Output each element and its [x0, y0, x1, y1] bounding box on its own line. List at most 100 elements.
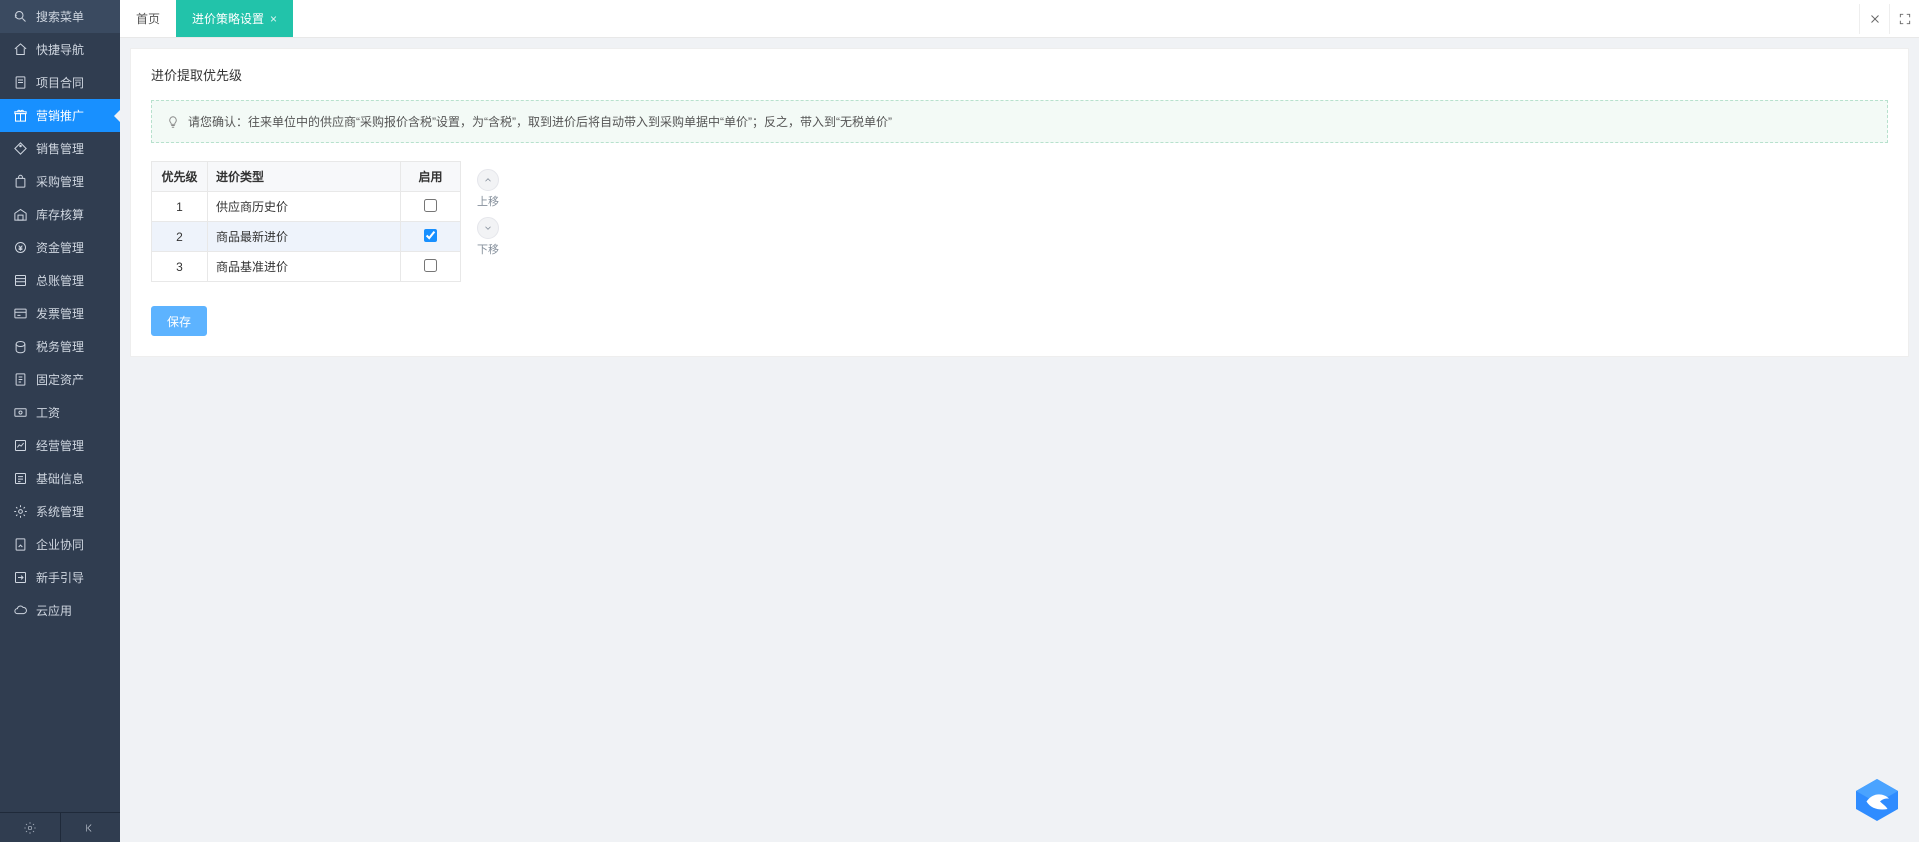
- sidebar-item-tax[interactable]: 税务管理: [0, 330, 120, 363]
- sidebar-item-purchase[interactable]: 采购管理: [0, 165, 120, 198]
- sidebar-item-assets[interactable]: 固定资产: [0, 363, 120, 396]
- sidebar-item-label: 固定资产: [36, 371, 84, 388]
- priority-table: 优先级 进价类型 启用 1 供应商历史价 2 商品最新: [151, 161, 461, 282]
- sidebar-item-label: 工资: [36, 404, 60, 421]
- save-button-label: 保存: [167, 313, 191, 330]
- sidebar-item-label: 快捷导航: [36, 41, 84, 58]
- sidebar-item-label: 销售管理: [36, 140, 84, 157]
- tab-price-strategy[interactable]: 进价策略设置 ×: [176, 0, 293, 37]
- tab-label: 进价策略设置: [192, 10, 264, 27]
- info-alert: 请您确认：往来单位中的供应商“采购报价含税”设置，为“含税”，取到进价后将自动带…: [151, 100, 1888, 143]
- collab-icon: [12, 537, 28, 553]
- sidebar-item-label: 采购管理: [36, 173, 84, 190]
- cell-priority: 3: [152, 252, 208, 282]
- fullscreen-button[interactable]: [1889, 4, 1919, 34]
- sidebar-item-label: 系统管理: [36, 503, 84, 520]
- sidebar-item-collab[interactable]: 企业协同: [0, 528, 120, 561]
- sidebar-item-label: 新手引导: [36, 569, 84, 586]
- list-icon: [12, 471, 28, 487]
- assistant-float-button[interactable]: [1853, 776, 1901, 824]
- cell-type: 商品基准进价: [208, 252, 401, 282]
- sidebar-item-inventory[interactable]: 库存核算: [0, 198, 120, 231]
- bulb-icon: [166, 115, 180, 129]
- close-icon[interactable]: ×: [270, 12, 277, 26]
- enable-checkbox[interactable]: [424, 259, 437, 272]
- salary-icon: [12, 405, 28, 421]
- sidebar-item-system[interactable]: 系统管理: [0, 495, 120, 528]
- sidebar-item-label: 资金管理: [36, 239, 84, 256]
- gear-icon: [12, 504, 28, 520]
- sidebar-item-label: 基础信息: [36, 470, 84, 487]
- sidebar-item-label: 搜索菜单: [36, 8, 84, 25]
- sidebar-item-cloud[interactable]: 云应用: [0, 594, 120, 627]
- sidebar-item-label: 库存核算: [36, 206, 84, 223]
- sidebar-item-invoice[interactable]: 发票管理: [0, 297, 120, 330]
- sidebar-item-quicknav[interactable]: 快捷导航: [0, 33, 120, 66]
- col-priority: 优先级: [152, 162, 208, 192]
- cell-priority: 1: [152, 192, 208, 222]
- sidebar-item-guide[interactable]: 新手引导: [0, 561, 120, 594]
- tabbar: 首页 进价策略设置 ×: [120, 0, 1919, 38]
- panel-title: 进价提取优先级: [151, 65, 1888, 84]
- panel: 进价提取优先级 请您确认：往来单位中的供应商“采购报价含税”设置，为“含税”，取…: [130, 48, 1909, 357]
- table-row[interactable]: 3 商品基准进价: [152, 252, 461, 282]
- sidebar-item-label: 发票管理: [36, 305, 84, 322]
- assets-icon: [12, 372, 28, 388]
- sidebar-item-label: 总账管理: [36, 272, 84, 289]
- sidebar-item-funds[interactable]: 资金管理: [0, 231, 120, 264]
- alert-text: 请您确认：往来单位中的供应商“采购报价含税”设置，为“含税”，取到进价后将自动带…: [188, 113, 892, 130]
- sidebar-item-ledger[interactable]: 总账管理: [0, 264, 120, 297]
- ledger-icon: [12, 273, 28, 289]
- chart-icon: [12, 438, 28, 454]
- content: 进价提取优先级 请您确认：往来单位中的供应商“采购报价含税”设置，为“含税”，取…: [120, 38, 1919, 842]
- warehouse-icon: [12, 207, 28, 223]
- settings-button[interactable]: [0, 813, 61, 842]
- document-icon: [12, 75, 28, 91]
- table-row[interactable]: 2 商品最新进价: [152, 222, 461, 252]
- sidebar-item-label: 税务管理: [36, 338, 84, 355]
- sidebar-item-label: 项目合同: [36, 74, 84, 91]
- move-down-label: 下移: [477, 241, 499, 257]
- tabbar-actions: [1859, 0, 1919, 37]
- sidebar-item-search[interactable]: 搜索菜单: [0, 0, 120, 33]
- sidebar-item-label: 经营管理: [36, 437, 84, 454]
- col-enable: 启用: [401, 162, 461, 192]
- move-controls: 上移 下移: [477, 161, 499, 257]
- sidebar-item-basicinfo[interactable]: 基础信息: [0, 462, 120, 495]
- move-up-button[interactable]: [477, 169, 499, 191]
- search-icon: [12, 9, 28, 25]
- move-up-label: 上移: [477, 193, 499, 209]
- cell-type: 供应商历史价: [208, 192, 401, 222]
- home-icon: [12, 42, 28, 58]
- save-button[interactable]: 保存: [151, 306, 207, 336]
- cell-type: 商品最新进价: [208, 222, 401, 252]
- coin-icon: [12, 240, 28, 256]
- tab-label: 首页: [136, 10, 160, 27]
- sidebar-item-label: 营销推广: [36, 107, 84, 124]
- sidebar-item-label: 企业协同: [36, 536, 84, 553]
- sidebar-item-sales[interactable]: 销售管理: [0, 132, 120, 165]
- tab-home[interactable]: 首页: [120, 0, 176, 37]
- sidebar-item-business[interactable]: 经营管理: [0, 429, 120, 462]
- gift-icon: [12, 108, 28, 124]
- sidebar-item-marketing[interactable]: 营销推广: [0, 99, 120, 132]
- tax-icon: [12, 339, 28, 355]
- cell-priority: 2: [152, 222, 208, 252]
- cloud-icon: [12, 603, 28, 619]
- close-all-button[interactable]: [1859, 4, 1889, 34]
- main: 首页 进价策略设置 × 进价提取优先级 请您确认：往来单位中的供应商“采购报价含…: [120, 0, 1919, 842]
- sidebar-item-salary[interactable]: 工资: [0, 396, 120, 429]
- move-down-button[interactable]: [477, 217, 499, 239]
- enable-checkbox[interactable]: [424, 199, 437, 212]
- sidebar-item-contract[interactable]: 项目合同: [0, 66, 120, 99]
- collapse-sidebar-button[interactable]: [61, 813, 121, 842]
- guide-icon: [12, 570, 28, 586]
- table-row[interactable]: 1 供应商历史价: [152, 192, 461, 222]
- tag-icon: [12, 141, 28, 157]
- sidebar-item-label: 云应用: [36, 602, 72, 619]
- enable-checkbox[interactable]: [424, 229, 437, 242]
- sidebar-menu: 搜索菜单 快捷导航 项目合同 营销推广 销售管理: [0, 0, 120, 812]
- sidebar-footer: [0, 812, 120, 842]
- bag-icon: [12, 174, 28, 190]
- col-type: 进价类型: [208, 162, 401, 192]
